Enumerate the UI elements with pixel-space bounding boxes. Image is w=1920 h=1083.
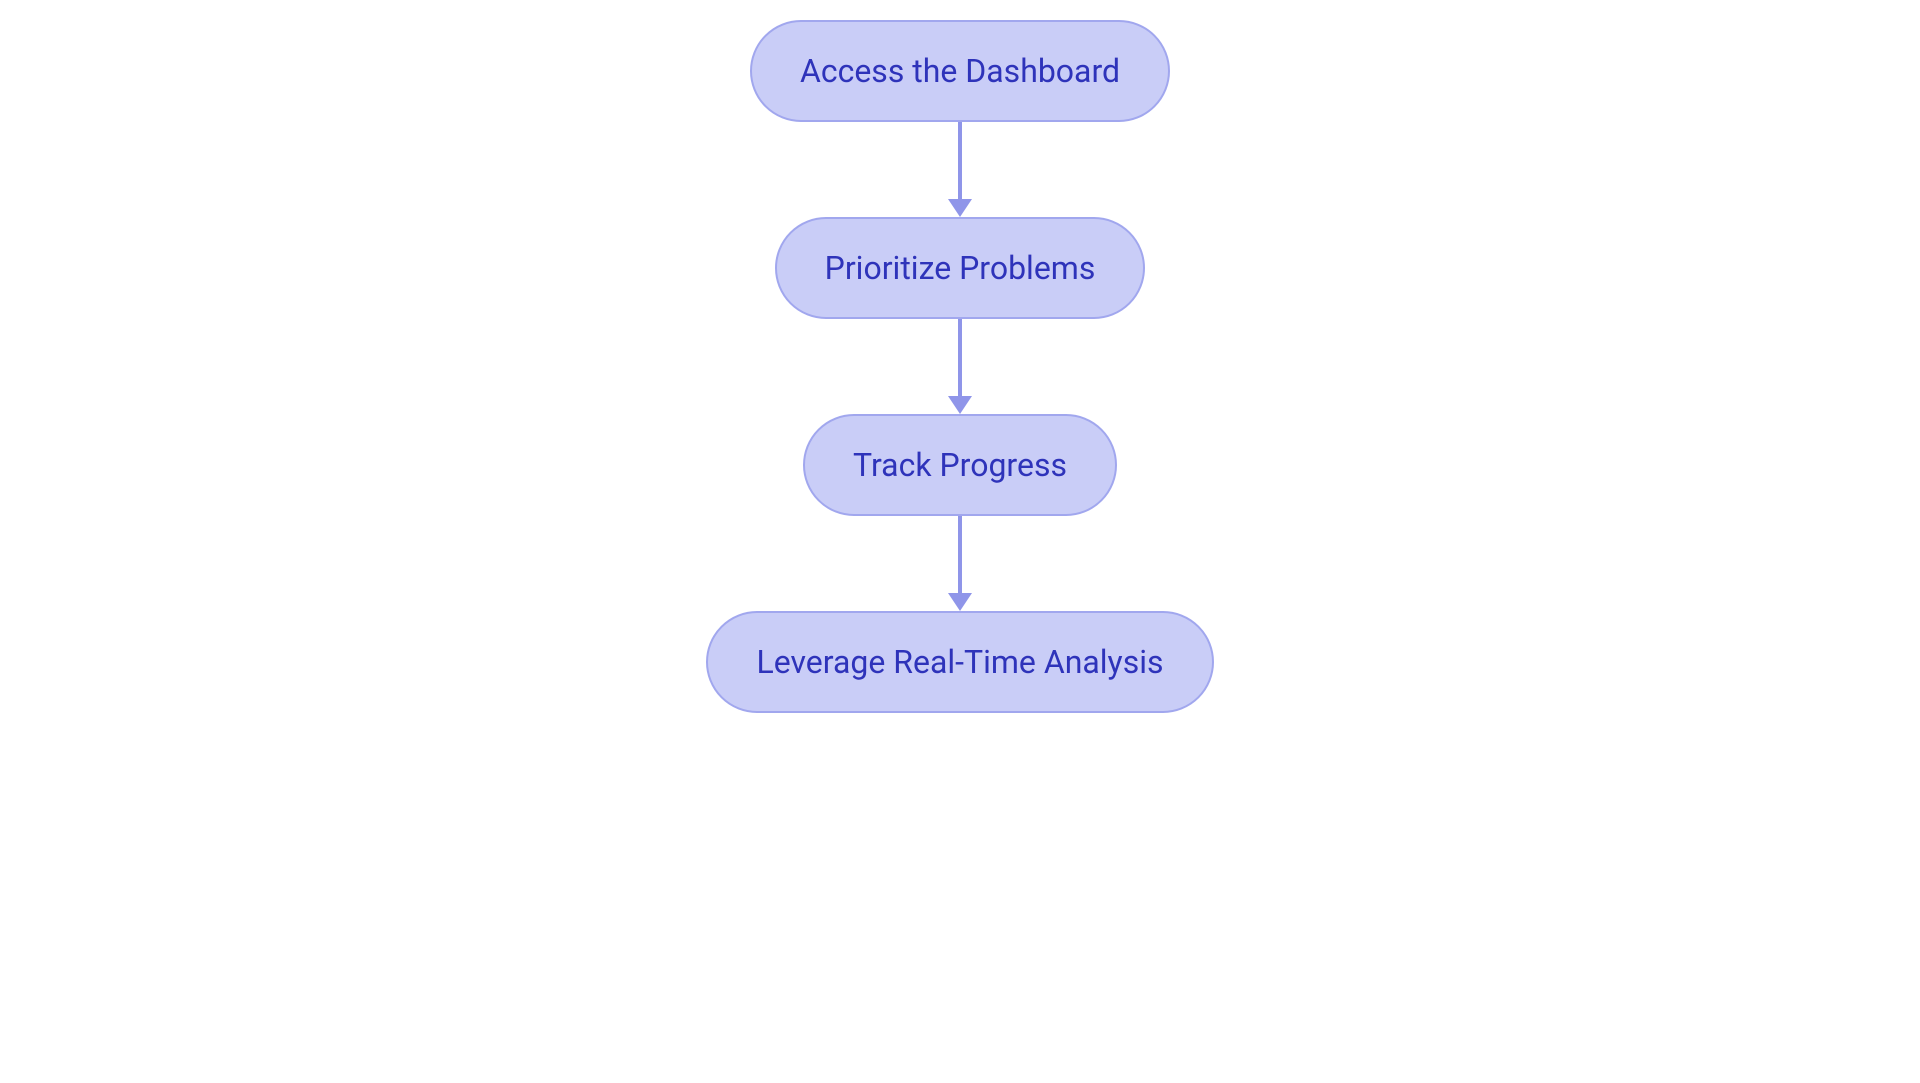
arrow-line	[958, 122, 962, 200]
node-leverage-realtime-analysis: Leverage Real-Time Analysis	[706, 611, 1213, 713]
arrow-head-icon	[948, 396, 972, 414]
node-label: Prioritize Problems	[825, 249, 1096, 287]
arrow	[948, 122, 972, 217]
arrow-line	[958, 319, 962, 397]
node-label: Leverage Real-Time Analysis	[756, 643, 1163, 681]
node-label: Access the Dashboard	[800, 52, 1120, 90]
node-access-dashboard: Access the Dashboard	[750, 20, 1170, 122]
flowchart: Access the Dashboard Prioritize Problems…	[660, 0, 1260, 713]
node-prioritize-problems: Prioritize Problems	[775, 217, 1146, 319]
arrow-line	[958, 516, 962, 594]
node-track-progress: Track Progress	[803, 414, 1117, 516]
arrow-head-icon	[948, 593, 972, 611]
node-label: Track Progress	[853, 446, 1067, 484]
arrow-head-icon	[948, 199, 972, 217]
arrow	[948, 319, 972, 414]
arrow	[948, 516, 972, 611]
